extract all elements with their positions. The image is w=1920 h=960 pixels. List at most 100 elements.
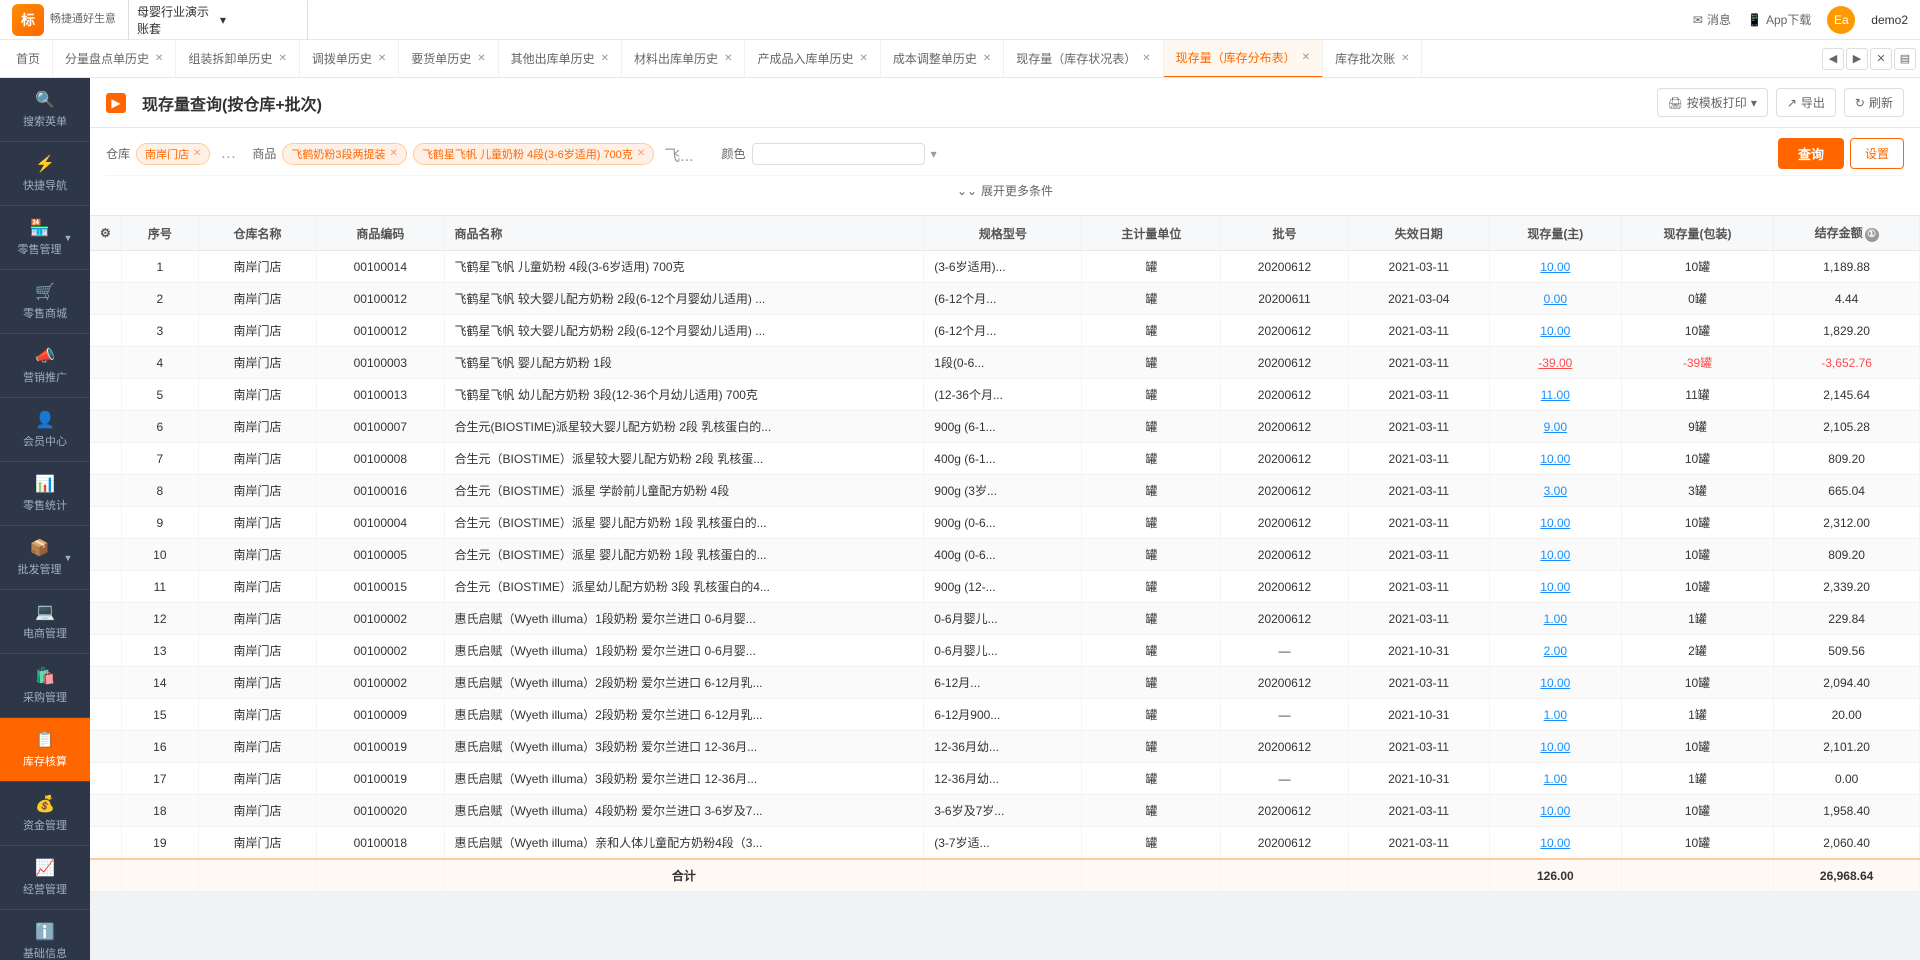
- table-row: 12 南岸门店 00100002 惠氏启赋（Wyeth illuma）1段奶粉 …: [90, 603, 1920, 635]
- row-amount: 509.56: [1774, 635, 1920, 667]
- row-qty-main[interactable]: 11.00: [1489, 379, 1621, 411]
- table-row: 15 南岸门店 00100009 惠氏启赋（Wyeth illuma）2段奶粉 …: [90, 699, 1920, 731]
- tab-other-out[interactable]: 其他出库单历史 ✕: [499, 40, 622, 78]
- row-code: 00100018: [317, 827, 444, 860]
- tab-cost-adjust[interactable]: 成本调整单历史 ✕: [881, 40, 1004, 78]
- color-filter-input[interactable]: [752, 143, 925, 165]
- filter-product: 商品 飞鹤奶粉3段两提装 ✕ 飞鹤星飞帆 儿童奶粉 4段(3-6岁适用) 700…: [252, 142, 697, 166]
- nav-next-button[interactable]: ▶: [1846, 48, 1868, 70]
- org-selector[interactable]: 母婴行业演示账套 ▾: [128, 0, 308, 42]
- table-row: 3 南岸门店 00100012 飞鹤星飞帆 较大婴儿配方奶粉 2段(6-12个月…: [90, 315, 1920, 347]
- row-unit: 罐: [1082, 411, 1221, 443]
- close-icon[interactable]: ✕: [724, 53, 732, 64]
- product-tag-1-close[interactable]: ✕: [390, 148, 398, 159]
- close-icon[interactable]: ✕: [378, 53, 386, 64]
- row-no: 13: [121, 635, 198, 667]
- sidebar-item-finance[interactable]: 💰 资金管理: [0, 782, 90, 846]
- avatar: Ea: [1827, 6, 1855, 34]
- tab-batch[interactable]: 库存批次账 ✕: [1323, 40, 1422, 78]
- sidebar-item-wholesale[interactable]: 📦 批发管理 ▼: [0, 526, 90, 590]
- row-qty-main[interactable]: 10.00: [1489, 571, 1621, 603]
- sidebar-item-marketing[interactable]: 📣 营销推广: [0, 334, 90, 398]
- row-qty-main[interactable]: 10.00: [1489, 827, 1621, 860]
- finance-icon: 💰: [4, 794, 86, 814]
- product-tag-2-close[interactable]: ✕: [637, 148, 645, 159]
- settings-button[interactable]: 设置: [1850, 138, 1904, 169]
- total-row: 合计 126.00 26,968.64: [90, 859, 1920, 892]
- refresh-button[interactable]: ↻ 刷新: [1844, 88, 1904, 117]
- row-qty-main[interactable]: 1.00: [1489, 763, 1621, 795]
- page-header: ▶ 现存量查询(按仓库+批次) 🖨 按模板打印 ▾ ↗ 导出 ↻: [90, 78, 1920, 128]
- row-qty-main[interactable]: 9.00: [1489, 411, 1621, 443]
- close-icon[interactable]: ✕: [1401, 53, 1409, 64]
- row-qty-main[interactable]: 10.00: [1489, 795, 1621, 827]
- printer-icon: 🖨: [1668, 96, 1683, 110]
- sidebar-item-basic-info[interactable]: ℹ️ 基础信息: [0, 910, 90, 960]
- app-download-button[interactable]: 📱 App下载: [1747, 11, 1811, 28]
- tab-combo[interactable]: 组装拆卸单历史 ✕: [176, 40, 299, 78]
- row-qty-main[interactable]: 2.00: [1489, 635, 1621, 667]
- nav-menu-button[interactable]: ▤: [1894, 48, 1916, 70]
- nav-prev-button[interactable]: ◀: [1822, 48, 1844, 70]
- search-icon: 🔍: [4, 90, 86, 110]
- row-qty-main[interactable]: 10.00: [1489, 731, 1621, 763]
- row-qty-main[interactable]: 10.00: [1489, 667, 1621, 699]
- sidebar-item-operations[interactable]: 📈 经营管理: [0, 846, 90, 910]
- messages-button[interactable]: ✉ 消息: [1693, 11, 1731, 28]
- expand-conditions-button[interactable]: ⌄⌄ 展开更多条件: [949, 180, 1061, 201]
- close-icon[interactable]: ✕: [1142, 53, 1150, 64]
- sidebar-item-inventory[interactable]: 📋 库存核算: [0, 718, 90, 782]
- row-warehouse: 南岸门店: [198, 315, 316, 347]
- sidebar-item-purchase[interactable]: 🛍️ 采购管理: [0, 654, 90, 718]
- row-qty-main[interactable]: 10.00: [1489, 315, 1621, 347]
- row-qty-main[interactable]: 3.00: [1489, 475, 1621, 507]
- tab-transfer[interactable]: 调拨单历史 ✕: [300, 40, 399, 78]
- warehouse-tag-close[interactable]: ✕: [193, 148, 201, 159]
- table-row: 1 南岸门店 00100014 飞鹤星飞帆 儿童奶粉 4段(3-6岁适用) 70…: [90, 251, 1920, 283]
- sidebar-item-retail-mgmt[interactable]: 🏪 零售管理 ▼: [0, 206, 90, 270]
- tab-inventory-status[interactable]: 现存量（库存状况表） ✕: [1004, 40, 1163, 78]
- tab-material-out[interactable]: 材料出库单历史 ✕: [622, 40, 745, 78]
- settings-col-header[interactable]: ⚙: [90, 216, 121, 251]
- close-icon[interactable]: ✕: [477, 53, 485, 64]
- tab-split[interactable]: 分量盘点单历史 ✕: [53, 40, 176, 78]
- tab-inventory-dist[interactable]: 现存量（库存分布表） ✕: [1164, 40, 1323, 78]
- row-qty-main[interactable]: 10.00: [1489, 507, 1621, 539]
- tab-order[interactable]: 要货单历史 ✕: [399, 40, 498, 78]
- warehouse-more[interactable]: …: [216, 145, 240, 163]
- close-icon[interactable]: ✕: [278, 53, 286, 64]
- row-qty-main[interactable]: 10.00: [1489, 539, 1621, 571]
- tab-finished-in[interactable]: 产成品入库单历史 ✕: [745, 40, 880, 78]
- row-qty-main[interactable]: -39.00: [1489, 347, 1621, 379]
- sidebar-item-quick-nav[interactable]: ⚡ 快捷导航: [0, 142, 90, 206]
- close-icon[interactable]: ✕: [859, 53, 867, 64]
- row-qty-main[interactable]: 10.00: [1489, 251, 1621, 283]
- close-icon[interactable]: ✕: [983, 53, 991, 64]
- close-icon[interactable]: ✕: [601, 53, 609, 64]
- sidebar-item-member[interactable]: 👤 会员中心: [0, 398, 90, 462]
- table-body: 1 南岸门店 00100014 飞鹤星飞帆 儿童奶粉 4段(3-6岁适用) 70…: [90, 251, 1920, 860]
- export-button[interactable]: ↗ 导出: [1776, 88, 1836, 117]
- username-display[interactable]: demo2: [1871, 13, 1908, 27]
- sidebar-item-retail-shop[interactable]: 🛒 零售商城: [0, 270, 90, 334]
- total-label: 合计: [444, 859, 924, 892]
- row-qty-main[interactable]: 0.00: [1489, 283, 1621, 315]
- query-button[interactable]: 查询: [1778, 138, 1844, 169]
- row-batch: 20200612: [1221, 731, 1348, 763]
- close-icon[interactable]: ✕: [1302, 52, 1310, 63]
- row-qty-main[interactable]: 1.00: [1489, 603, 1621, 635]
- nav-close-all-button[interactable]: ✕: [1870, 48, 1892, 70]
- amount-info-icon[interactable]: ①: [1865, 228, 1879, 242]
- expand-arrow-button[interactable]: ▶: [106, 93, 126, 113]
- product-more[interactable]: 飞...: [660, 142, 697, 166]
- row-name: 合生元（BIOSTIME）派星 婴儿配方奶粉 1段 乳核蛋白的...: [444, 539, 924, 571]
- print-button[interactable]: 🖨 按模板打印 ▾: [1657, 88, 1768, 117]
- sidebar-item-search[interactable]: 🔍 搜索英单: [0, 78, 90, 142]
- sidebar-item-retail-stats[interactable]: 📊 零售统计: [0, 462, 90, 526]
- row-qty-main[interactable]: 1.00: [1489, 699, 1621, 731]
- tab-home[interactable]: 首页: [4, 40, 53, 78]
- row-code: 00100005: [317, 539, 444, 571]
- row-qty-main[interactable]: 10.00: [1489, 443, 1621, 475]
- sidebar-item-ecommerce[interactable]: 💻 电商管理: [0, 590, 90, 654]
- close-icon[interactable]: ✕: [155, 53, 163, 64]
